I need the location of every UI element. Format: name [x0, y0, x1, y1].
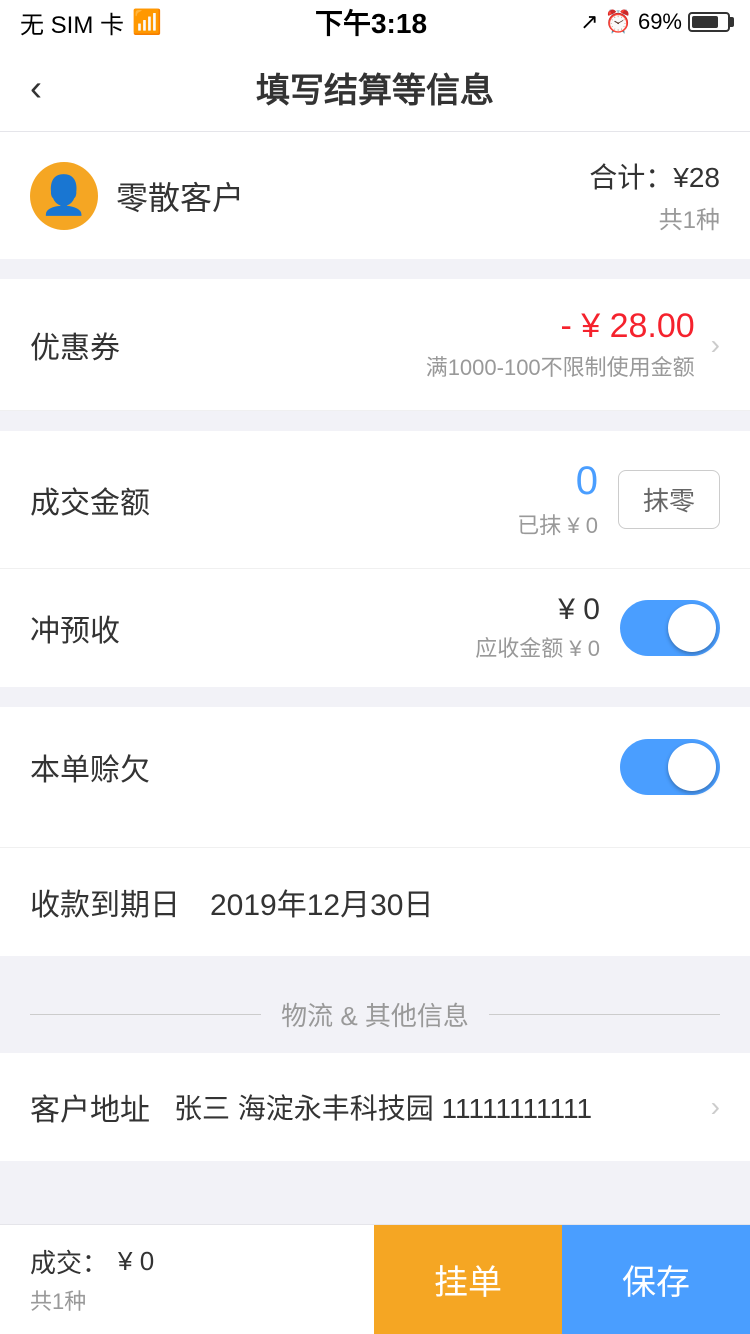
discount-desc: 满1000-100不限制使用金额	[426, 350, 695, 382]
address-label: 客户地址	[30, 1085, 150, 1129]
coupon-row[interactable]: 优惠券 - ¥ 28.00 满1000-100不限制使用金额 ›	[0, 279, 750, 411]
toggle-knob	[668, 604, 716, 652]
pre-collection-label: 冲预收	[30, 606, 120, 650]
debt-section: 本单赊欠 收款到期日 2019年12月30日	[0, 707, 750, 956]
content: 👤 零散客户 合计：¥28 共1种 优惠券 - ¥ 28.00 满1000-10…	[0, 132, 750, 1301]
total-label: 合计：¥28	[589, 156, 720, 196]
pre-collection-text: ¥ 0 应收金额 ¥ 0	[475, 593, 600, 663]
customer-avatar: 👤	[30, 162, 98, 230]
pending-button[interactable]: 挂单	[374, 1225, 562, 1334]
debt-row: 本单赊欠	[0, 707, 750, 827]
deal-row: 成交金额 0 已抹 ¥ 0 抹零	[0, 431, 750, 569]
round-button[interactable]: 抹零	[618, 470, 720, 529]
customer-right: 合计：¥28 共1种	[589, 156, 720, 235]
coupon-section: 优惠券 - ¥ 28.00 满1000-100不限制使用金额 ›	[0, 279, 750, 411]
discount-amount: - ¥ 28.00	[426, 307, 695, 346]
pre-amount: ¥ 0	[475, 593, 600, 627]
debt-toggle[interactable]	[620, 739, 720, 795]
divider-2	[0, 956, 750, 976]
deal-info: 0 已抹 ¥ 0	[517, 459, 598, 540]
customer-left: 👤 零散客户	[30, 162, 244, 230]
location-icon: ↗	[580, 9, 598, 35]
deal-sub: 已抹 ¥ 0	[517, 508, 598, 540]
deal-amount: 0	[517, 459, 598, 504]
divider-1	[0, 687, 750, 707]
bottom-deal: 成交： ¥ 0	[30, 1243, 344, 1280]
battery-icon	[688, 12, 730, 32]
bottom-deal-label: 成交：	[30, 1243, 108, 1280]
coupon-chevron: ›	[711, 329, 720, 361]
bottom-count: 共1种	[30, 1284, 344, 1316]
due-date-label: 收款到期日	[30, 880, 180, 924]
debt-label: 本单赊欠	[30, 745, 150, 789]
page-title: 填写结算等信息	[256, 63, 494, 112]
bottom-info: 成交： ¥ 0 共1种	[0, 1225, 374, 1334]
pre-collection-toggle[interactable]	[620, 600, 720, 656]
address-row[interactable]: 客户地址 张三 海淀永丰科技园 11111111111 ›	[0, 1053, 750, 1161]
logistics-header: 物流 & 其他信息	[0, 976, 750, 1053]
debt-toggle-knob	[668, 743, 716, 791]
due-date-value[interactable]: 2019年12月30日	[210, 880, 433, 924]
pre-collection-right: ¥ 0 应收金额 ¥ 0	[475, 593, 720, 663]
deal-label: 成交金额	[30, 478, 150, 522]
deal-section: 成交金额 0 已抹 ¥ 0 抹零 冲预收 ¥ 0 应收金额 ¥ 0	[0, 431, 750, 687]
status-left: 无 SIM 卡 📶	[20, 5, 162, 40]
coupon-label: 优惠券	[30, 323, 120, 367]
bottom-bar: 成交： ¥ 0 共1种 挂单 保存	[0, 1224, 750, 1334]
coupon-info: - ¥ 28.00 满1000-100不限制使用金额	[426, 307, 695, 382]
logistics-title: 物流 & 其他信息	[261, 996, 489, 1033]
status-right: ↗ ⏰ 69%	[580, 9, 730, 35]
alarm-icon: ⏰	[605, 9, 632, 35]
customer-row: 👤 零散客户 合计：¥28 共1种	[0, 132, 750, 259]
address-value: 张三 海淀永丰科技园 11111111111	[174, 1087, 711, 1127]
battery-percent: 69%	[638, 9, 682, 35]
bottom-deal-amount: ¥ 0	[118, 1246, 154, 1277]
pre-collection-row: 冲预收 ¥ 0 应收金额 ¥ 0	[0, 569, 750, 687]
pre-sub: 应收金额 ¥ 0	[475, 631, 600, 663]
back-button[interactable]: ‹	[20, 57, 52, 119]
save-button[interactable]: 保存	[562, 1225, 750, 1334]
status-bar: 无 SIM 卡 📶 下午3:18 ↗ ⏰ 69%	[0, 0, 750, 44]
total-count: 共1种	[589, 200, 720, 235]
deal-right: 0 已抹 ¥ 0 抹零	[517, 459, 720, 540]
address-section: 客户地址 张三 海淀永丰科技园 11111111111 ›	[0, 1053, 750, 1161]
address-chevron: ›	[711, 1091, 720, 1123]
status-time: 下午3:18	[315, 2, 427, 42]
logistics-line-left	[30, 1014, 261, 1015]
coupon-right: - ¥ 28.00 满1000-100不限制使用金额 ›	[426, 307, 720, 382]
customer-name: 零散客户	[116, 173, 244, 219]
wifi-icon: 📶	[132, 8, 162, 37]
logistics-line-right	[489, 1014, 720, 1015]
avatar-icon: 👤	[40, 174, 87, 218]
no-sim-label: 无 SIM 卡	[20, 5, 124, 40]
due-date-row: 收款到期日 2019年12月30日	[0, 847, 750, 956]
nav-bar: ‹ 填写结算等信息	[0, 44, 750, 132]
